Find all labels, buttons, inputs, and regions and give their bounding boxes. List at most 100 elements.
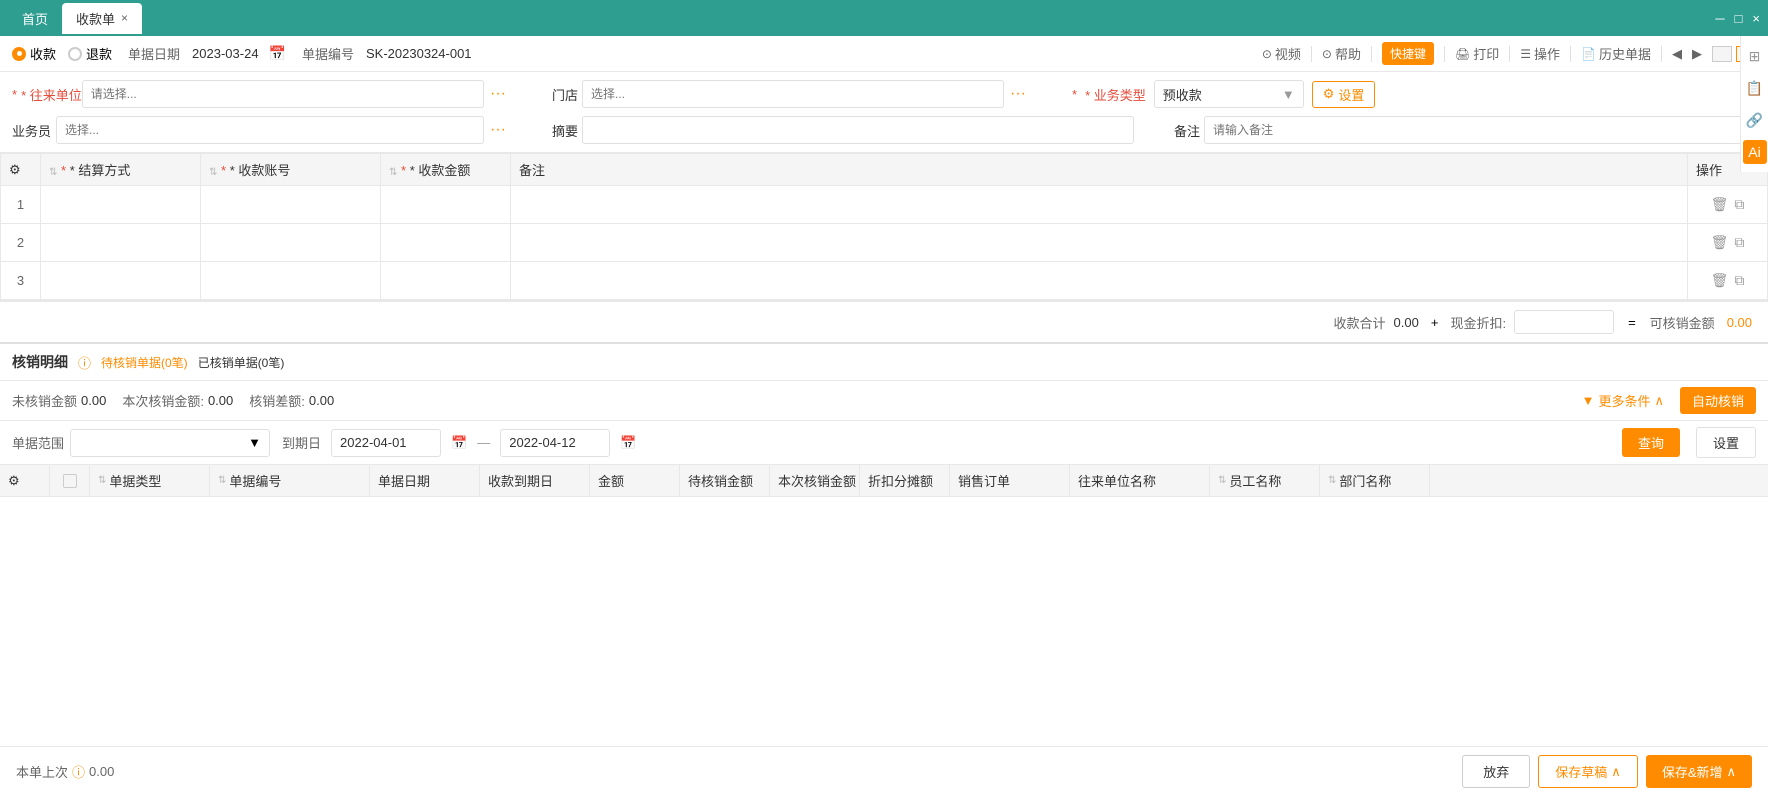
window-close-icon[interactable]: ×: [1752, 11, 1760, 26]
radio-receive[interactable]: 收款: [12, 44, 56, 63]
query-btn[interactable]: 查询: [1622, 428, 1680, 457]
bth-doc-type: ⇅ 单据类型: [90, 465, 210, 496]
store-input[interactable]: [582, 80, 1004, 108]
footer-info-label: 本单上次: [16, 762, 68, 781]
bth-dept: ⇅ 部门名称: [1320, 465, 1430, 496]
th-remark: 备注: [511, 154, 1688, 186]
total-value: 0.00: [1394, 315, 1419, 330]
staff-more-btn[interactable]: ···: [484, 121, 512, 139]
staff-input[interactable]: [56, 116, 484, 144]
sidebar-icon-4[interactable]: Ai: [1743, 140, 1767, 164]
row-1-amount[interactable]: [381, 186, 511, 224]
row-1-settle[interactable]: [41, 186, 201, 224]
bth-doc-no-label: 单据编号: [229, 471, 281, 490]
nav-next-icon[interactable]: ▶: [1692, 46, 1702, 62]
bth-checkbox: [50, 465, 90, 496]
range-label: 单据范围: [12, 433, 64, 452]
abandon-btn[interactable]: 放弃: [1462, 755, 1530, 788]
counterpart-more-btn[interactable]: ···: [484, 85, 512, 103]
row-3-index: 3: [1, 262, 41, 300]
tab-home[interactable]: 首页: [8, 3, 62, 34]
diff-stat: 核销差额: 0.00: [249, 391, 334, 410]
calendar-to-icon[interactable]: 📅: [620, 435, 636, 451]
row-3-amount[interactable]: [381, 262, 511, 300]
select-all-checkbox[interactable]: [63, 474, 77, 488]
bottom-table-body: [0, 497, 1768, 746]
total-label: 收款合计: [1334, 313, 1386, 332]
history-link[interactable]: 📄 历史单据: [1581, 44, 1651, 63]
row-2-account[interactable]: [201, 224, 381, 262]
summary-input[interactable]: [582, 116, 1134, 144]
save-btn[interactable]: 保存&新增 ∧: [1646, 755, 1752, 788]
counterpart-input[interactable]: [82, 80, 484, 108]
draft-btn[interactable]: 保存草稿 ∧: [1538, 755, 1638, 788]
nav-prev-icon[interactable]: ◀: [1672, 46, 1682, 62]
remark-input[interactable]: [1204, 116, 1756, 144]
summary-field: 摘要: [552, 116, 1134, 144]
doc-no-label: 单据编号: [302, 44, 354, 63]
form-row-1: * * 往来单位 ··· 门店 ··· * * 业务类型 预收款: [12, 80, 1756, 108]
sidebar-icon-2[interactable]: 📋: [1743, 76, 1767, 100]
row-3-remark[interactable]: [511, 262, 1688, 300]
right-sidebar: ⊞ 📋 🔗 Ai: [1740, 36, 1768, 172]
shortcut-btn[interactable]: 快捷键: [1382, 42, 1434, 65]
row-2-settle[interactable]: [41, 224, 201, 262]
staff-field: 业务员 ···: [12, 116, 512, 144]
bth-settings-icon[interactable]: ⚙: [8, 473, 20, 489]
range-select[interactable]: ▼: [70, 429, 270, 457]
row-2-remark[interactable]: [511, 224, 1688, 262]
row-3-settle[interactable]: [41, 262, 201, 300]
row-1-delete-icon[interactable]: 🗑: [1711, 196, 1729, 213]
settings-button[interactable]: ⚙ 设置: [1312, 81, 1376, 108]
business-type-select[interactable]: 预收款 ▼: [1154, 80, 1304, 108]
row-1-remark[interactable]: [511, 186, 1688, 224]
row-1-copy-icon[interactable]: ⧉: [1734, 196, 1744, 213]
toolbar-actions: ⊙ 视频 ⊙ 帮助 快捷键 🖨 打印 ☰ 操作 📄 历史单据 ◀ ▶: [1262, 42, 1756, 65]
done-tab[interactable]: 已核销单据(0笔): [198, 354, 285, 371]
business-type-label: * 业务类型: [1085, 85, 1146, 104]
store-field: 门店 ···: [552, 80, 1032, 108]
remark-field: 备注: [1174, 116, 1756, 144]
list-view-icon[interactable]: [1712, 46, 1732, 62]
sidebar-icon-1[interactable]: ⊞: [1743, 44, 1767, 68]
info-icon[interactable]: ⓘ: [78, 353, 91, 372]
row-2-delete-icon[interactable]: 🗑: [1711, 234, 1729, 251]
calendar-from-icon[interactable]: 📅: [451, 435, 467, 451]
row-2-copy-icon[interactable]: ⧉: [1734, 234, 1744, 251]
tab-active[interactable]: 收款单 ×: [62, 3, 142, 34]
auto-verify-btn[interactable]: 自动核销: [1680, 387, 1756, 414]
print-link[interactable]: 🖨 打印: [1455, 44, 1499, 63]
date-from-input[interactable]: 2022-04-01: [331, 429, 441, 457]
row-3-account[interactable]: [201, 262, 381, 300]
business-type-chevron: ▼: [1282, 87, 1295, 102]
available-value: 0.00: [1727, 315, 1752, 330]
settings-label: 设置: [1338, 85, 1364, 104]
row-3-delete-icon[interactable]: 🗑: [1711, 272, 1729, 289]
store-more-btn[interactable]: ···: [1004, 85, 1032, 103]
bth-settings[interactable]: ⚙: [0, 465, 50, 496]
row-3-copy-icon[interactable]: ⧉: [1734, 272, 1744, 289]
help-link[interactable]: ⊙ 帮助: [1322, 44, 1361, 63]
row-1-account[interactable]: [201, 186, 381, 224]
pending-tab[interactable]: 待核销单据(0笔): [101, 354, 188, 371]
filter-settings-btn[interactable]: 设置: [1696, 427, 1756, 458]
tab-close-icon[interactable]: ×: [121, 11, 128, 25]
window-max-icon[interactable]: □: [1735, 11, 1743, 26]
save-btn-label: 保存&新增: [1662, 762, 1723, 781]
data-table: ⚙ ⇅ * 结算方式 ⇅ * 收款账号 ⇅ * 收款金额: [0, 153, 1768, 300]
footer-info-icon[interactable]: ⓘ: [72, 762, 85, 781]
calendar-icon[interactable]: 📅: [269, 45, 286, 62]
th-settings[interactable]: ⚙: [1, 154, 41, 186]
discount-input[interactable]: [1514, 310, 1614, 334]
radio-refund[interactable]: 退款: [68, 44, 112, 63]
date-to-input[interactable]: 2022-04-12: [500, 429, 610, 457]
footer-info-value: 0.00: [89, 764, 114, 779]
table-settings-icon[interactable]: ⚙: [9, 162, 21, 177]
section-header: 核销明细 ⓘ 待核销单据(0笔) 已核销单据(0笔): [0, 344, 1768, 381]
row-2-amount[interactable]: [381, 224, 511, 262]
more-conditions-btn[interactable]: ▼ 更多条件 ∧: [1582, 391, 1664, 410]
window-min-icon[interactable]: ─: [1715, 11, 1724, 26]
sidebar-icon-3[interactable]: 🔗: [1743, 108, 1767, 132]
operation-link[interactable]: ☰ 操作: [1520, 44, 1560, 63]
video-link[interactable]: ⊙ 视频: [1262, 44, 1301, 63]
